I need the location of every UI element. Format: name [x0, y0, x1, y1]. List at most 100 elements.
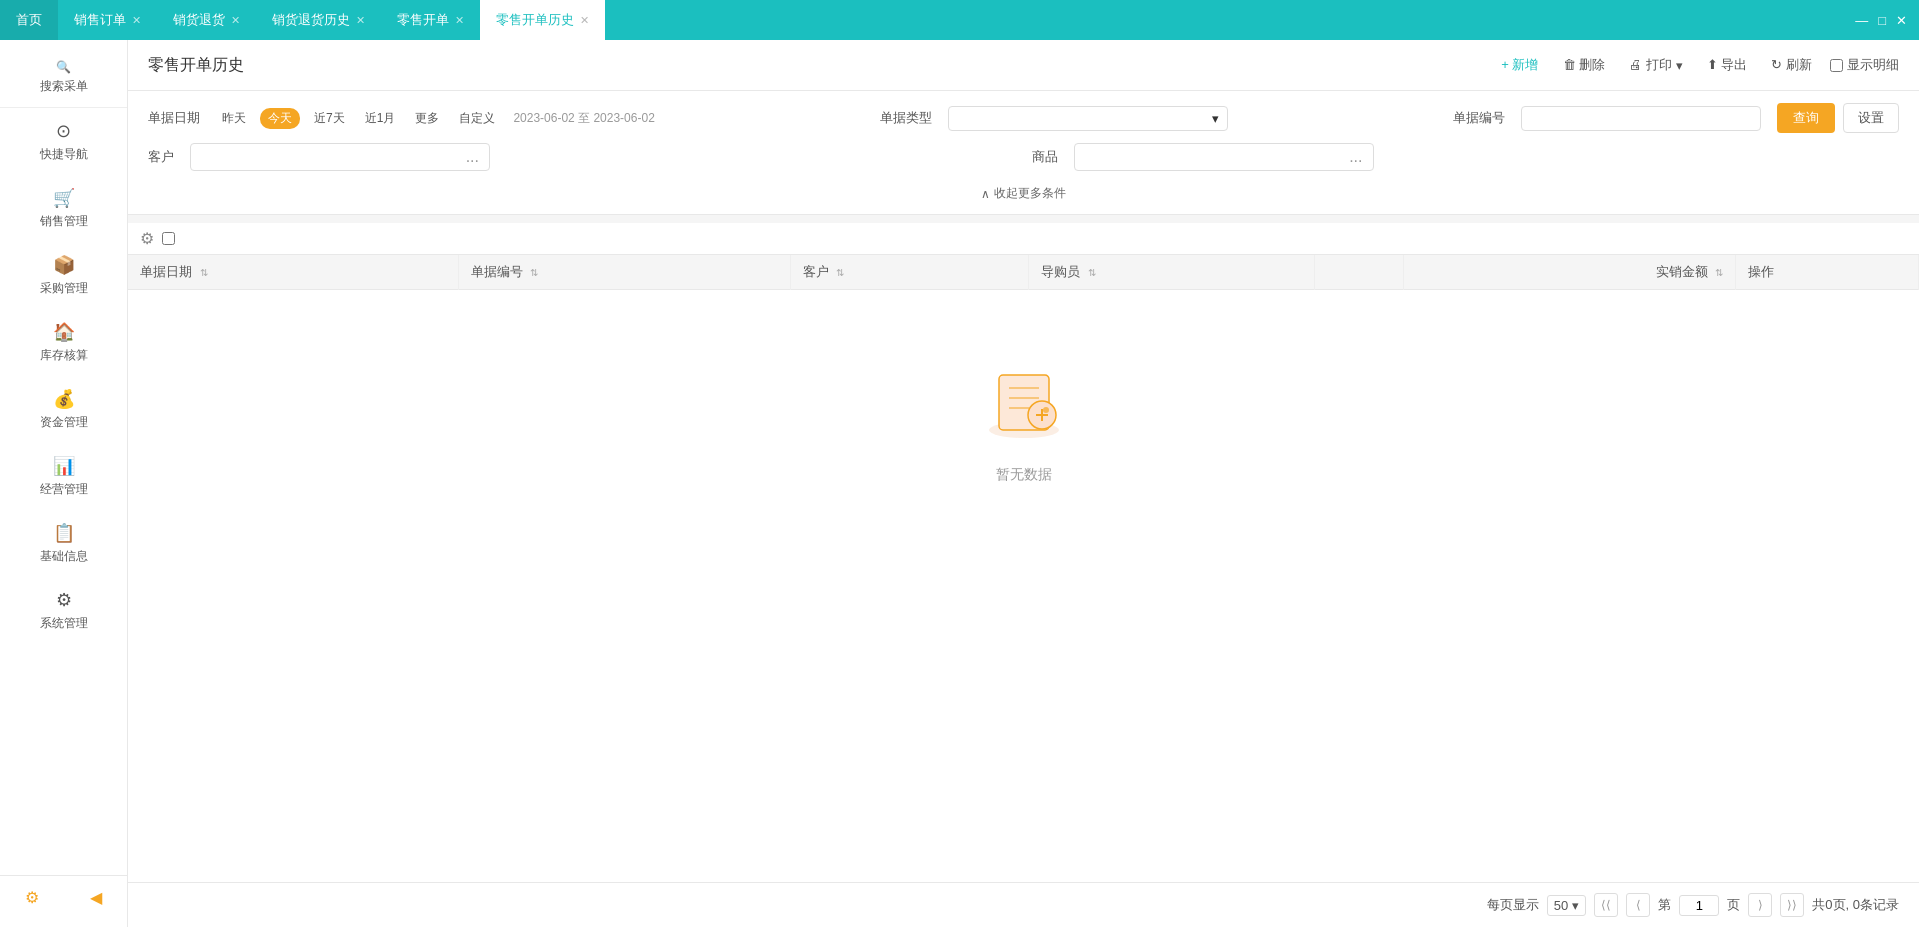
col-date[interactable]: 单据日期 ⇅ [128, 255, 458, 290]
content-area: 零售开单历史 + 新增 🗑 删除 🖨 打印 ▾ ⬆ 导出 ↻ 刷新 [128, 40, 1919, 927]
refresh-button[interactable]: ↻ 刷新 [1765, 52, 1818, 78]
page-size-label: 每页显示 [1487, 896, 1539, 914]
table-settings-icon[interactable]: ⚙ [140, 229, 154, 248]
tab-sales-return[interactable]: 销货退货 ✕ [157, 0, 256, 40]
date-btn-today[interactable]: 今天 [260, 108, 300, 129]
sidebar-label-basic-info: 基础信息 [40, 548, 88, 565]
sidebar-item-inventory[interactable]: 🏠 库存核算 [0, 309, 127, 376]
display-detail-checkbox[interactable]: 显示明细 [1830, 56, 1899, 74]
new-button[interactable]: + 新增 [1495, 52, 1544, 78]
table-header-row: 单据日期 ⇅ 单据编号 ⇅ 客户 ⇅ [128, 255, 1919, 290]
query-button[interactable]: 查询 [1777, 103, 1835, 133]
sidebar-search[interactable]: 🔍 搜索采单 [0, 48, 127, 108]
toolbar: + 新增 🗑 删除 🖨 打印 ▾ ⬆ 导出 ↻ 刷新 显示明细 [1495, 52, 1899, 78]
inventory-icon: 🏠 [53, 321, 75, 343]
customer-label: 客户 [148, 148, 174, 166]
sidebar-item-operations[interactable]: 📊 经营管理 [0, 443, 127, 510]
sidebar-settings-btn[interactable]: ⚙ [17, 884, 47, 911]
pagination: 每页显示 50 ▾ ⟨⟨ ⟨ 第 页 ⟩ ⟩⟩ 共0页, 0条记录 [128, 882, 1919, 927]
product-input[interactable]: ... [1074, 143, 1374, 171]
window-close[interactable]: ✕ [1896, 13, 1907, 28]
empty-state: 暂无数据 [128, 290, 1919, 544]
order-no-label: 单据编号 [1453, 109, 1505, 127]
page-size-value: 50 [1554, 898, 1568, 913]
tab-sales-return-history[interactable]: 销货退货历史 ✕ [256, 0, 381, 40]
date-btn-more[interactable]: 更多 [409, 108, 445, 129]
close-tab-retail-history[interactable]: ✕ [580, 14, 589, 27]
close-tab-retail-open[interactable]: ✕ [455, 14, 464, 27]
date-btn-7days[interactable]: 近7天 [308, 108, 351, 129]
col-amount[interactable]: 实销金额 ⇅ [1404, 255, 1736, 290]
sidebar-item-sys-mgmt[interactable]: ⚙ 系统管理 [0, 577, 127, 644]
sales-mgmt-icon: 🛒 [53, 187, 75, 209]
last-page-btn[interactable]: ⟩⟩ [1780, 893, 1804, 917]
sort-amount-icon[interactable]: ⇅ [1715, 267, 1723, 278]
sidebar-item-sales-mgmt[interactable]: 🛒 销售管理 [0, 175, 127, 242]
page-label-after: 页 [1727, 896, 1740, 914]
page-size-dropdown-icon[interactable]: ▾ [1572, 898, 1579, 913]
settings-filter-button[interactable]: 设置 [1843, 103, 1899, 133]
close-tab-sales-return[interactable]: ✕ [231, 14, 240, 27]
product-picker-icon[interactable]: ... [1349, 148, 1362, 166]
sidebar-bottom: ⚙ ◀ [0, 875, 127, 919]
sidebar-item-purchase-mgmt[interactable]: 📦 采购管理 [0, 242, 127, 309]
product-field[interactable] [1085, 150, 1335, 165]
close-tab-sales-return-history[interactable]: ✕ [356, 14, 365, 27]
order-no-input[interactable] [1521, 106, 1761, 131]
sort-date-icon[interactable]: ⇅ [200, 267, 208, 278]
display-detail-input[interactable] [1830, 59, 1843, 72]
next-page-icon: ⟩ [1758, 898, 1763, 912]
sidebar-item-finance[interactable]: 💰 资金管理 [0, 376, 127, 443]
table-toolbar: ⚙ [128, 223, 1919, 255]
product-label: 商品 [1032, 148, 1058, 166]
tab-sales-order[interactable]: 销售订单 ✕ [58, 0, 157, 40]
customer-input[interactable]: ... [190, 143, 490, 171]
date-btn-1month[interactable]: 近1月 [359, 108, 402, 129]
finance-icon: 💰 [53, 388, 75, 410]
page-number-input[interactable] [1679, 895, 1719, 916]
tab-home[interactable]: 首页 [0, 0, 58, 40]
col-salesperson[interactable]: 导购员 ⇅ [1029, 255, 1314, 290]
page-header: 零售开单历史 + 新增 🗑 删除 🖨 打印 ▾ ⬆ 导出 ↻ 刷新 [128, 40, 1919, 91]
col-action: 操作 [1736, 255, 1919, 290]
collapse-row: ∧ 收起更多条件 [148, 181, 1899, 206]
sort-customer-icon[interactable]: ⇅ [836, 267, 844, 278]
col-customer[interactable]: 客户 ⇅ [790, 255, 1029, 290]
order-type-select[interactable]: ▾ [948, 106, 1228, 131]
main-layout: 🔍 搜索采单 ⊙ 快捷导航 🛒 销售管理 📦 采购管理 🏠 库存核算 💰 资金管… [0, 40, 1919, 927]
sidebar-item-quick-nav[interactable]: ⊙ 快捷导航 [0, 108, 127, 175]
order-type-dropdown-icon[interactable]: ▾ [1212, 111, 1219, 126]
customer-field[interactable] [201, 150, 451, 165]
operations-icon: 📊 [53, 455, 75, 477]
date-btn-custom[interactable]: 自定义 [453, 108, 501, 129]
close-tab-sales-order[interactable]: ✕ [132, 14, 141, 27]
tab-retail-open[interactable]: 零售开单 ✕ [381, 0, 480, 40]
date-btn-yesterday[interactable]: 昨天 [216, 108, 252, 129]
order-no-field[interactable] [1532, 111, 1750, 126]
next-page-btn[interactable]: ⟩ [1748, 893, 1772, 917]
prev-page-icon: ⟨ [1636, 898, 1641, 912]
export-button[interactable]: ⬆ 导出 [1701, 52, 1754, 78]
tab-retail-history[interactable]: 零售开单历史 ✕ [480, 0, 605, 40]
sidebar-label-sales-mgmt: 销售管理 [40, 213, 88, 230]
print-button[interactable]: 🖨 打印 ▾ [1623, 52, 1689, 78]
window-maximize[interactable]: □ [1878, 13, 1886, 28]
window-minimize[interactable]: — [1855, 13, 1868, 28]
sidebar-label-finance: 资金管理 [40, 414, 88, 431]
sort-no-icon[interactable]: ⇅ [530, 267, 538, 278]
top-nav-bar: 首页 销售订单 ✕ 销货退货 ✕ 销货退货历史 ✕ 零售开单 ✕ 零售开单历史 … [0, 0, 1919, 40]
customer-picker-icon[interactable]: ... [466, 148, 479, 166]
delete-button[interactable]: 🗑 删除 [1557, 52, 1612, 78]
sort-salesperson-icon[interactable]: ⇅ [1088, 267, 1096, 278]
sidebar-collapse-btn[interactable]: ◀ [82, 884, 110, 911]
print-dropdown-icon[interactable]: ▾ [1676, 58, 1683, 73]
collapse-button[interactable]: ∧ 收起更多条件 [981, 185, 1066, 202]
filter-row-2: 客户 ... 商品 ... [148, 143, 1899, 171]
page-size-select[interactable]: 50 ▾ [1547, 895, 1586, 916]
sidebar-item-basic-info[interactable]: 📋 基础信息 [0, 510, 127, 577]
sidebar-search-label: 搜索采单 [40, 78, 88, 95]
col-no[interactable]: 单据编号 ⇅ [458, 255, 790, 290]
select-all-checkbox[interactable] [162, 232, 175, 245]
first-page-btn[interactable]: ⟨⟨ [1594, 893, 1618, 917]
prev-page-btn[interactable]: ⟨ [1626, 893, 1650, 917]
